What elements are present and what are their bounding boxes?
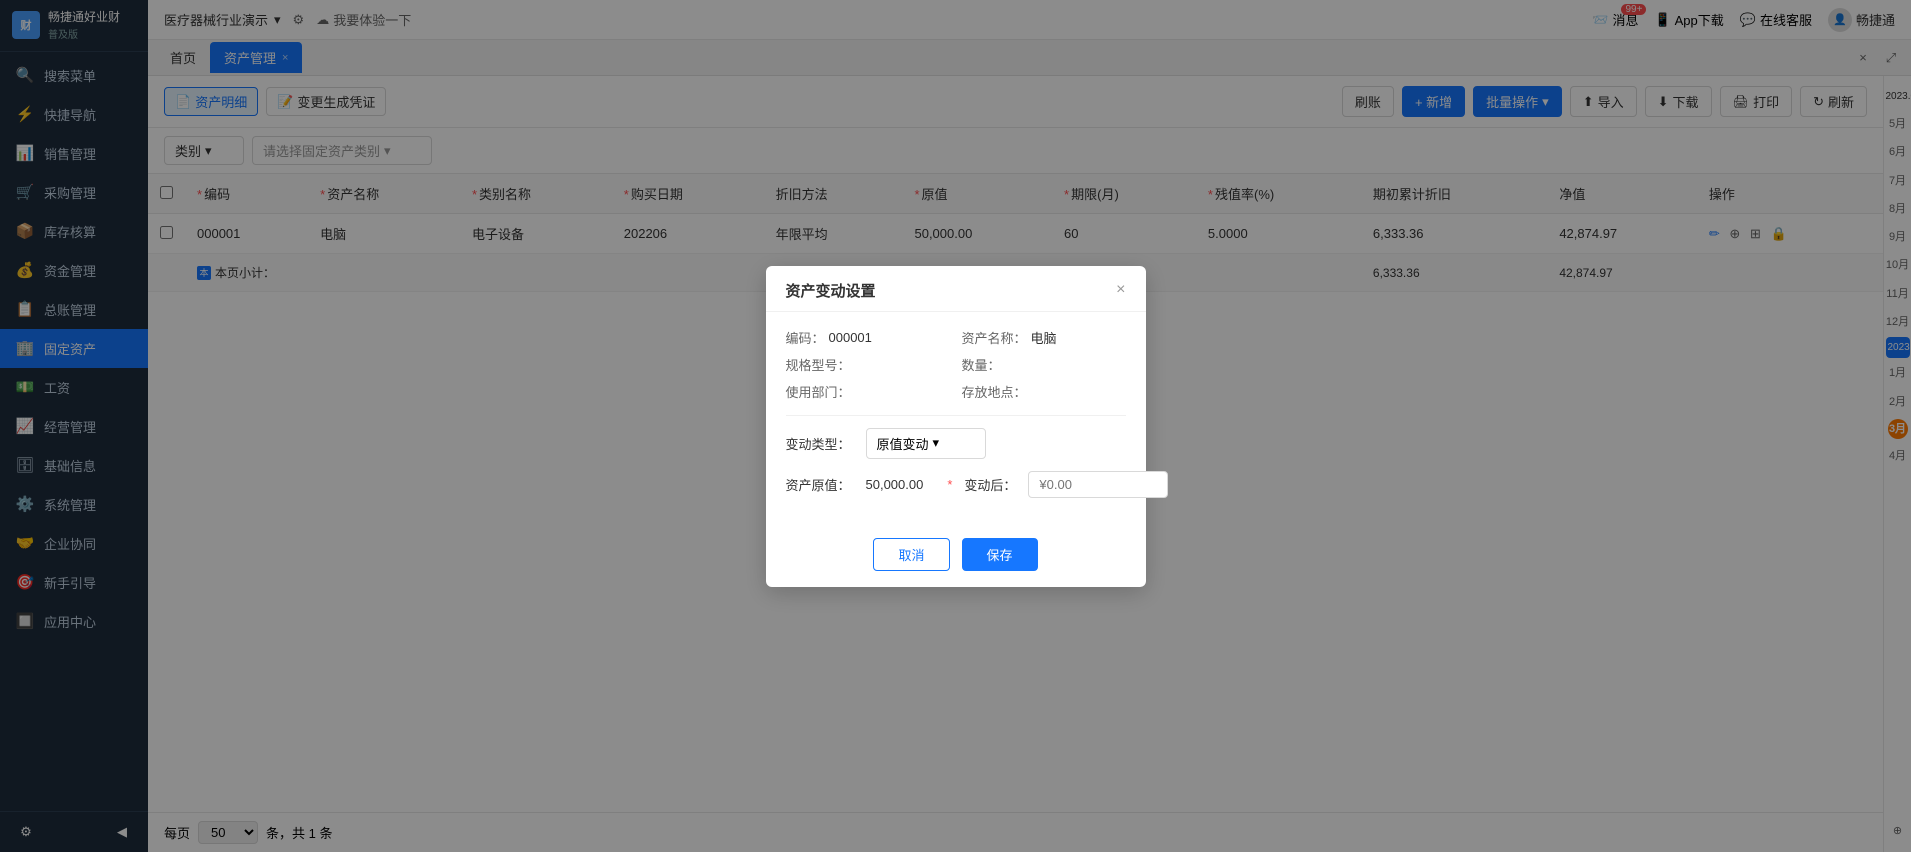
change-type-label: 变动类型：: [786, 434, 858, 453]
modal-spec-label: 规格型号：: [786, 355, 851, 374]
modal-close-btn[interactable]: ×: [1116, 281, 1125, 299]
modal-footer: 取消 保存: [766, 526, 1146, 587]
modal-code-label: 编码：: [786, 328, 825, 347]
modal-header: 资产变动设置 ×: [766, 266, 1146, 312]
modal-title: 资产变动设置: [786, 280, 876, 301]
modal-location-label: 存放地点：: [962, 382, 1027, 401]
after-change-input[interactable]: [1028, 471, 1168, 498]
original-value-label: 资产原值：: [786, 475, 858, 494]
change-type-select[interactable]: 原值变动 ▾: [866, 428, 986, 459]
modal-name-label: 资产名称：: [962, 328, 1027, 347]
modal-overlay: 资产变动设置 × 编码： 000001 资产名称： 电脑 规格型号： 数量：: [0, 0, 1911, 852]
modal-code-item: 编码： 000001: [786, 328, 950, 347]
asset-change-modal: 资产变动设置 × 编码： 000001 资产名称： 电脑 规格型号： 数量：: [766, 266, 1146, 587]
original-value-row: 资产原值： 50,000.00 * 变动后：: [786, 471, 1126, 498]
required-mark: *: [947, 477, 952, 492]
modal-body: 编码： 000001 资产名称： 电脑 规格型号： 数量： 使用部门：: [766, 312, 1146, 526]
modal-dept-item: 使用部门：: [786, 382, 950, 401]
change-type-chevron-icon: ▾: [933, 435, 940, 451]
save-button[interactable]: 保存: [962, 538, 1038, 571]
after-change-label: 变动后：: [964, 475, 1016, 494]
modal-code-value: 000001: [829, 330, 872, 345]
modal-quantity-item: 数量：: [962, 355, 1126, 374]
modal-quantity-label: 数量：: [962, 355, 1001, 374]
change-type-value: 原值变动: [877, 434, 929, 453]
modal-name-item: 资产名称： 电脑: [962, 328, 1126, 347]
original-value-display: 50,000.00: [866, 477, 924, 492]
modal-location-item: 存放地点：: [962, 382, 1126, 401]
modal-spec-item: 规格型号：: [786, 355, 950, 374]
modal-name-value: 电脑: [1031, 328, 1057, 347]
cancel-button[interactable]: 取消: [873, 538, 949, 571]
modal-dept-label: 使用部门：: [786, 382, 851, 401]
change-type-row: 变动类型： 原值变动 ▾: [786, 428, 1126, 459]
modal-divider: [786, 415, 1126, 416]
modal-info-grid: 编码： 000001 资产名称： 电脑 规格型号： 数量： 使用部门：: [786, 328, 1126, 401]
